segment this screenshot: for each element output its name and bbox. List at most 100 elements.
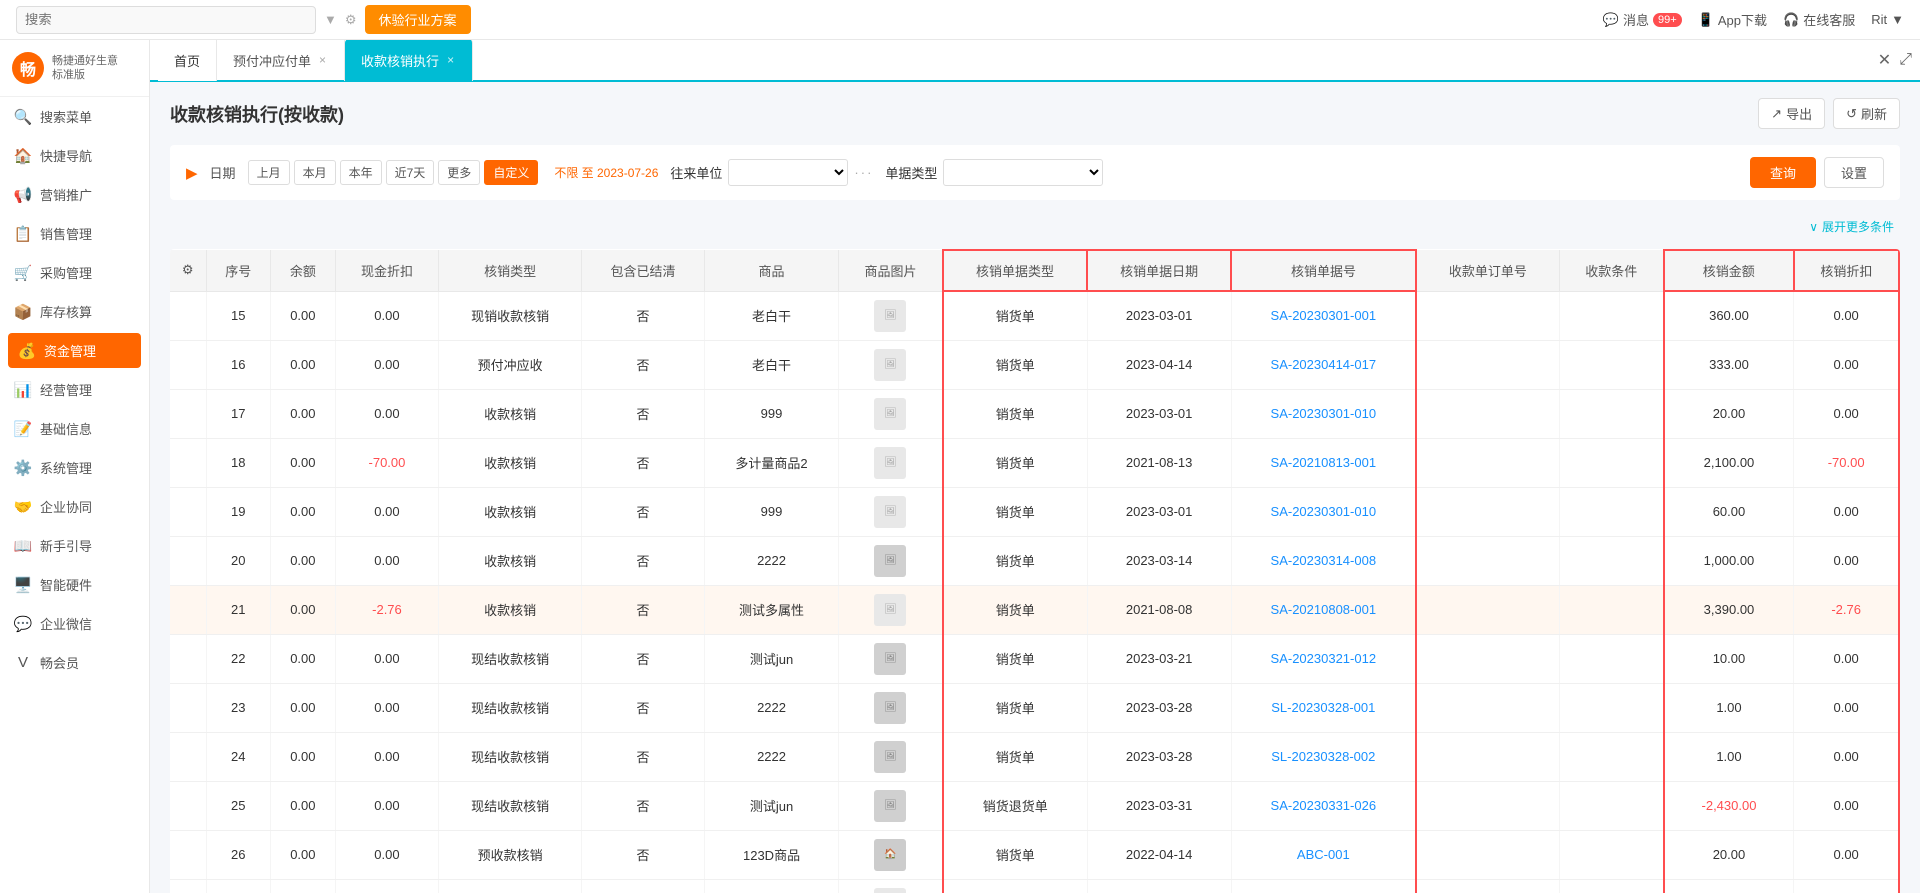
cancel-no-link[interactable]: SA-20230331-026 — [1271, 798, 1377, 813]
row-cancel-amount: 20.00 — [1664, 830, 1794, 879]
sidebar-item-sales[interactable]: 📋销售管理 — [0, 214, 149, 253]
sidebar-icon-sales: 📋 — [14, 225, 32, 243]
row-cash-discount: -70.00 — [335, 438, 439, 487]
tab-collection[interactable]: 收款核销执行 × — [345, 40, 473, 81]
notification-area[interactable]: 💬 消息 99+ — [1603, 10, 1682, 29]
tab-collection-close[interactable]: × — [445, 53, 456, 67]
col-settings[interactable]: ⚙ — [170, 250, 206, 291]
col-settings-cell — [170, 389, 206, 438]
partner-filter: 往来单位 ··· — [670, 159, 873, 186]
row-cancel-date: 2023-04-14 — [1087, 340, 1231, 389]
row-receipt-order — [1416, 487, 1559, 536]
global-search-input[interactable] — [16, 6, 316, 34]
sidebar-item-search-menu[interactable]: 🔍搜索菜单 — [0, 97, 149, 136]
row-goods: 999 — [705, 487, 839, 536]
row-receipt-condition — [1559, 830, 1663, 879]
cancel-no-link[interactable]: SA-20230301-010 — [1271, 504, 1377, 519]
date-btn-custom[interactable]: 自定义 — [484, 160, 538, 185]
sidebar-item-marketing[interactable]: 📢营销推广 — [0, 175, 149, 214]
app-download-link[interactable]: 📱 App下载 — [1698, 10, 1767, 29]
cancel-no-link[interactable]: SA-20230314-008 — [1271, 553, 1377, 568]
row-no: 26 — [206, 830, 271, 879]
sidebar-item-guide[interactable]: 📖新手引导 — [0, 526, 149, 565]
row-cancel-type: 现结收款核销 — [439, 781, 582, 830]
sidebar-item-wechat[interactable]: 💬企业微信 — [0, 604, 149, 643]
cancel-no-link[interactable]: SA-20230301-010 — [1271, 406, 1377, 421]
sidebar-item-member[interactable]: V畅会员 — [0, 643, 149, 682]
sidebar-label-marketing: 营销推广 — [40, 185, 92, 204]
date-btn-more[interactable]: 更多 — [438, 160, 480, 185]
row-cancel-date: 2023-04-08 — [1087, 879, 1231, 893]
cancel-no-link[interactable]: SA-20230301-001 — [1271, 308, 1377, 323]
table-row: 17 0.00 0.00 收款核销 否 999 🖼 销货单 2023-03-01… — [170, 389, 1899, 438]
user-account[interactable]: Rit ▼ — [1871, 12, 1904, 27]
sidebar-item-purchase[interactable]: 🛒采购管理 — [0, 253, 149, 292]
row-no: 23 — [206, 683, 271, 732]
row-cancel-amount: -2,430.00 — [1664, 781, 1794, 830]
product-image: 🖼 — [874, 643, 906, 675]
table-row: 26 0.00 0.00 预收款核销 否 123D商品 🏠 销货单 2022-0… — [170, 830, 1899, 879]
search-button[interactable]: 查询 — [1750, 157, 1816, 188]
sidebar-icon-inventory: 📦 — [14, 303, 32, 321]
export-button[interactable]: ↗ 导出 — [1758, 98, 1825, 129]
tab-window-close-icon[interactable]: ✕ — [1878, 50, 1891, 70]
cancel-no-link[interactable]: SA-20210808-001 — [1271, 602, 1377, 617]
cancel-no-link[interactable]: SA-20210813-001 — [1271, 455, 1377, 470]
row-goods: 2222 — [705, 683, 839, 732]
sidebar-label-member: 畅会员 — [40, 653, 79, 672]
row-cancel-type: 收款核销 — [439, 487, 582, 536]
date-btn-last-month[interactable]: 上月 — [248, 160, 290, 185]
expand-more-btn[interactable]: ∨ 展开更多条件 — [1803, 212, 1900, 241]
industry-solution-button[interactable]: 休验行业方案 — [365, 5, 471, 34]
row-cancel-amount: 360.00 — [1664, 291, 1794, 340]
online-service-link[interactable]: 🎧 在线客服 — [1783, 10, 1855, 29]
sidebar-item-quick-nav[interactable]: 🏠快捷导航 — [0, 136, 149, 175]
sidebar-item-operation[interactable]: 📊经营管理 — [0, 370, 149, 409]
date-btn-this-month[interactable]: 本月 — [294, 160, 336, 185]
row-cancel-discount: 0.00 — [1794, 879, 1899, 893]
settings-icon[interactable]: ⚙ — [345, 12, 357, 28]
tab-prepay[interactable]: 预付冲应付单 × — [217, 40, 345, 81]
sidebar-item-hardware[interactable]: 🖥️智能硬件 — [0, 565, 149, 604]
tab-home[interactable]: 首页 — [158, 40, 217, 81]
row-included: 否 — [581, 291, 704, 340]
cancel-no-link[interactable]: SL-20230328-002 — [1271, 749, 1375, 764]
row-cancel-discount: 0.00 — [1794, 634, 1899, 683]
voucher-type-select[interactable] — [943, 159, 1103, 186]
table-row: 23 0.00 0.00 现结收款核销 否 2222 🖼 销货单 2023-03… — [170, 683, 1899, 732]
date-btn-7days[interactable]: 近7天 — [386, 160, 435, 185]
row-cancel-doc-type: 销货单 — [943, 291, 1087, 340]
row-cancel-no: SL-20230328-002 — [1231, 732, 1416, 781]
row-cancel-doc-type: 销货单 — [943, 536, 1087, 585]
col-settings-cell — [170, 879, 206, 893]
row-cancel-discount: 0.00 — [1794, 389, 1899, 438]
filter-toggle-icon[interactable]: ▶ — [186, 164, 198, 182]
sidebar-item-finance[interactable]: 💰资金管理 — [8, 333, 141, 368]
row-receipt-condition — [1559, 732, 1663, 781]
cancel-no-link[interactable]: SA-20230321-012 — [1271, 651, 1377, 666]
row-receipt-order — [1416, 438, 1559, 487]
sidebar-item-basic[interactable]: 📝基础信息 — [0, 409, 149, 448]
refresh-button[interactable]: ↺ 刷新 — [1833, 98, 1900, 129]
sidebar-item-enterprise[interactable]: 🤝企业协同 — [0, 487, 149, 526]
sidebar-item-system[interactable]: ⚙️系统管理 — [0, 448, 149, 487]
row-no: 15 — [206, 291, 271, 340]
sidebar-label-hardware: 智能硬件 — [40, 575, 92, 594]
sidebar-item-inventory[interactable]: 📦库存核算 — [0, 292, 149, 331]
row-goods-img: 🖼 — [839, 781, 943, 830]
expand-more-icon: ∨ — [1809, 220, 1818, 234]
tab-prepay-close[interactable]: × — [317, 53, 328, 67]
row-cancel-discount: -70.00 — [1794, 438, 1899, 487]
cancel-no-link[interactable]: SL-20230328-001 — [1271, 700, 1375, 715]
row-balance: 0.00 — [271, 487, 336, 536]
row-cancel-discount: 0.00 — [1794, 683, 1899, 732]
cancel-no-link[interactable]: SA-20230414-017 — [1271, 357, 1377, 372]
row-cancel-doc-type: 销货单 — [943, 732, 1087, 781]
tab-maximize-icon[interactable]: ⤢ — [1899, 51, 1912, 69]
row-cancel-doc-type: 销货退货单 — [943, 781, 1087, 830]
cancel-no-link[interactable]: ABC-001 — [1297, 847, 1350, 862]
partner-select[interactable] — [728, 159, 848, 186]
row-cancel-discount: 0.00 — [1794, 536, 1899, 585]
filter-settings-button[interactable]: 设置 — [1824, 157, 1884, 188]
date-btn-this-year[interactable]: 本年 — [340, 160, 382, 185]
